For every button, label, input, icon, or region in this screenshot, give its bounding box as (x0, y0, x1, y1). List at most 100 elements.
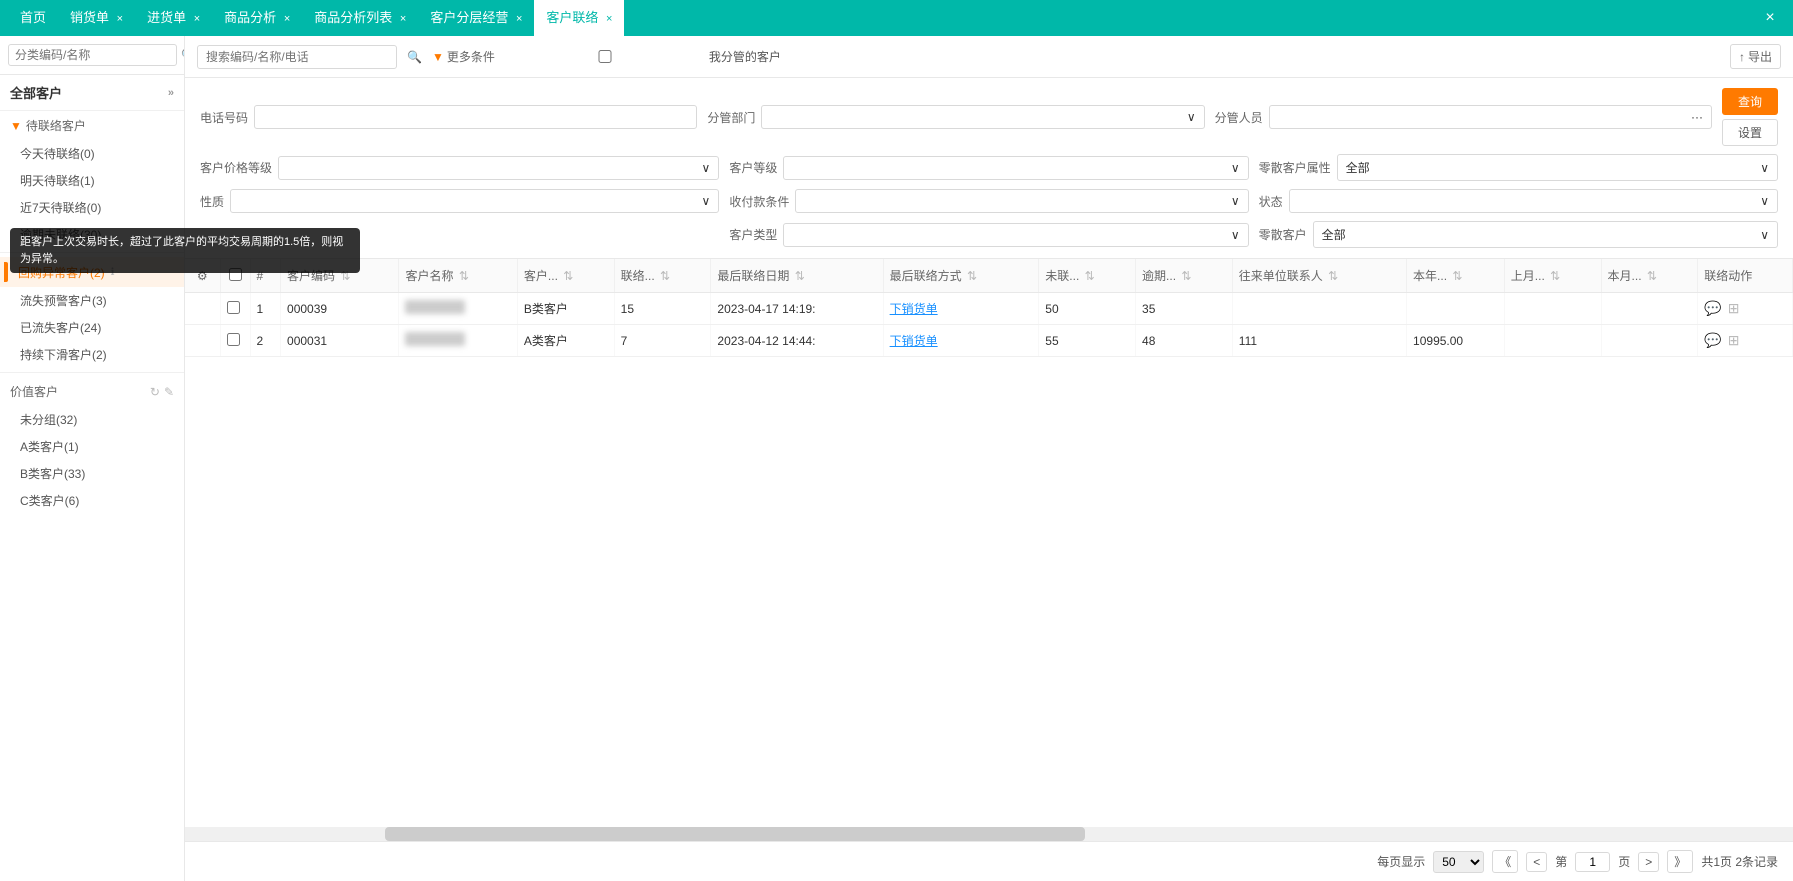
th-name[interactable]: 客户名称 ⇅ (399, 259, 517, 293)
payment-dropdown-icon: ∨ (1231, 194, 1240, 208)
th-this-year[interactable]: 本年... ⇅ (1407, 259, 1505, 293)
my-customer-checkbox[interactable]: 我分管的客户 (505, 48, 781, 65)
sort-lmonth-icon[interactable]: ⇅ (1550, 269, 1560, 283)
th-company-contact[interactable]: 往来单位联系人 ⇅ (1232, 259, 1406, 293)
price-grade-select[interactable]: ∨ (278, 156, 719, 180)
close-purchase-order-icon[interactable]: × (194, 13, 200, 25)
contact-method-link-2[interactable]: 下销货单 (890, 334, 938, 348)
sidebar-item-today-pending[interactable]: 今天待联络(0) (0, 140, 184, 167)
sort-method-icon[interactable]: ⇅ (967, 269, 977, 283)
sidebar-all-customers-header[interactable]: 全部客户 » (0, 75, 184, 111)
th-last-contact-method[interactable]: 最后联络方式 ⇅ (883, 259, 1039, 293)
sidebar-search-input[interactable] (8, 44, 177, 66)
qr-icon-1[interactable]: ⊞ (1728, 300, 1740, 317)
sidebar-item-a-class[interactable]: A类客户(1) (0, 433, 184, 460)
message-icon-2[interactable]: 💬 (1704, 332, 1721, 349)
sort-ctype-icon[interactable]: ⇅ (563, 269, 573, 283)
row-checkbox-1[interactable] (227, 301, 240, 314)
retail-attr-select[interactable]: 全部 ∨ (1337, 154, 1778, 181)
nav-customer-contact[interactable]: 客户联络 × (534, 0, 624, 36)
customer-grade-select[interactable]: ∨ (783, 156, 1248, 180)
first-page-button[interactable]: 《 (1492, 850, 1518, 873)
sidebar-item-c-class[interactable]: C类客户(6) (0, 487, 184, 514)
sidebar-item-tomorrow-pending[interactable]: 明天待联络(1) (0, 167, 184, 194)
staff-select[interactable]: ··· (1269, 105, 1712, 129)
scrollbar-thumb[interactable] (385, 827, 1085, 841)
nav-sales-order[interactable]: 销货单 × (58, 0, 135, 36)
per-page-select[interactable]: 50 100 200 (1433, 851, 1484, 873)
search-input[interactable] (197, 45, 397, 69)
settings-button[interactable]: 设置 (1722, 119, 1778, 146)
td-year-1 (1407, 293, 1505, 325)
th-this-month[interactable]: 本月... ⇅ (1601, 259, 1698, 293)
th-unread[interactable]: 未联... ⇅ (1039, 259, 1136, 293)
last-page-button[interactable]: 》 (1667, 850, 1693, 873)
sort-unread-icon[interactable]: ⇅ (1085, 269, 1095, 283)
more-conditions-button[interactable]: ▼ 更多条件 (432, 48, 495, 65)
sort-overdue-icon[interactable]: ⇅ (1181, 269, 1191, 283)
row-checkbox-2[interactable] (227, 333, 240, 346)
page-number-input[interactable] (1575, 852, 1610, 872)
refresh-icon[interactable]: ↻ (150, 385, 160, 399)
staff-more-icon: ··· (1691, 110, 1703, 124)
th-contact[interactable]: 联络... ⇅ (614, 259, 711, 293)
horizontal-scrollbar[interactable] (185, 827, 1793, 841)
sort-name-icon[interactable]: ⇅ (459, 269, 469, 283)
sidebar-item-lost[interactable]: 已流失客户(24) (0, 314, 184, 341)
close-customer-contact-icon[interactable]: × (606, 13, 612, 25)
window-close-button[interactable]: × (1755, 0, 1785, 36)
td-method-2[interactable]: 下销货单 (883, 325, 1039, 357)
nav-home[interactable]: 首页 (8, 0, 58, 36)
sidebar-item-b-class[interactable]: B类客户(33) (0, 460, 184, 487)
message-icon-1[interactable]: 💬 (1704, 300, 1721, 317)
td-name-2 (399, 325, 517, 357)
td-cb-1[interactable] (220, 293, 250, 325)
sidebar-pending-section[interactable]: ▼ 待联络客户 (0, 111, 184, 140)
customer-type-select[interactable]: ∨ (783, 223, 1248, 247)
sort-contact-icon[interactable]: ⇅ (660, 269, 670, 283)
gender-select[interactable]: ∨ (230, 189, 719, 213)
td-company-2: 111 (1232, 325, 1406, 357)
th-last-contact-date[interactable]: 最后联络日期 ⇅ (711, 259, 883, 293)
dept-select[interactable]: ∨ (761, 105, 1204, 129)
sidebar-collapse-icon[interactable]: » (168, 87, 174, 99)
edit-icon[interactable]: ✎ (164, 385, 174, 399)
sidebar-item-lost-warning[interactable]: 流失预警客户(3) (0, 287, 184, 314)
nav-product-analysis-list[interactable]: 商品分析列表 × (302, 0, 418, 36)
sort-company-icon[interactable]: ⇅ (1328, 269, 1338, 283)
close-customer-tier-icon[interactable]: × (516, 13, 522, 25)
payment-select[interactable]: ∨ (795, 189, 1248, 213)
close-sales-order-icon[interactable]: × (117, 13, 123, 25)
td-cb-2[interactable] (220, 325, 250, 357)
sort-date-icon[interactable]: ⇅ (795, 269, 805, 283)
td-index-1: 1 (250, 293, 281, 325)
next-page-button[interactable]: > (1638, 852, 1659, 872)
nav-customer-tier[interactable]: 客户分层经营 × (418, 0, 534, 36)
contact-method-link-1[interactable]: 下销货单 (890, 302, 938, 316)
search-button-icon[interactable]: 🔍 (407, 50, 422, 64)
td-method-1[interactable]: 下销货单 (883, 293, 1039, 325)
nav-purchase-order[interactable]: 进货单 × (135, 0, 212, 36)
th-overdue[interactable]: 逾期... ⇅ (1136, 259, 1233, 293)
close-product-analysis-icon[interactable]: × (284, 13, 290, 25)
qr-icon-2[interactable]: ⊞ (1728, 332, 1740, 349)
th-customer-type[interactable]: 客户... ⇅ (517, 259, 614, 293)
close-product-list-icon[interactable]: × (400, 13, 406, 25)
sidebar-item-ungrouped[interactable]: 未分组(32) (0, 406, 184, 433)
phone-input[interactable] (254, 105, 697, 129)
sidebar-item-declining[interactable]: 持续下滑客户(2) (0, 341, 184, 368)
sidebar-divider-2 (0, 372, 184, 373)
sidebar-item-7day-pending[interactable]: 近7天待联络(0) (0, 194, 184, 221)
export-button[interactable]: ↑ 导出 (1730, 44, 1781, 69)
sort-year-icon[interactable]: ⇅ (1452, 269, 1462, 283)
sidebar-all-customers-label: 全部客户 (10, 83, 62, 102)
td-ctype-2: A类客户 (517, 325, 614, 357)
prev-page-button[interactable]: < (1526, 852, 1547, 872)
my-customer-check[interactable] (505, 50, 705, 63)
query-button[interactable]: 查询 (1722, 88, 1778, 115)
th-last-month[interactable]: 上月... ⇅ (1504, 259, 1601, 293)
nav-product-analysis[interactable]: 商品分析 × (212, 0, 302, 36)
status-select[interactable]: ∨ (1289, 189, 1778, 213)
retail-customer-select[interactable]: 全部 ∨ (1313, 221, 1778, 248)
sort-month-icon[interactable]: ⇅ (1647, 269, 1657, 283)
